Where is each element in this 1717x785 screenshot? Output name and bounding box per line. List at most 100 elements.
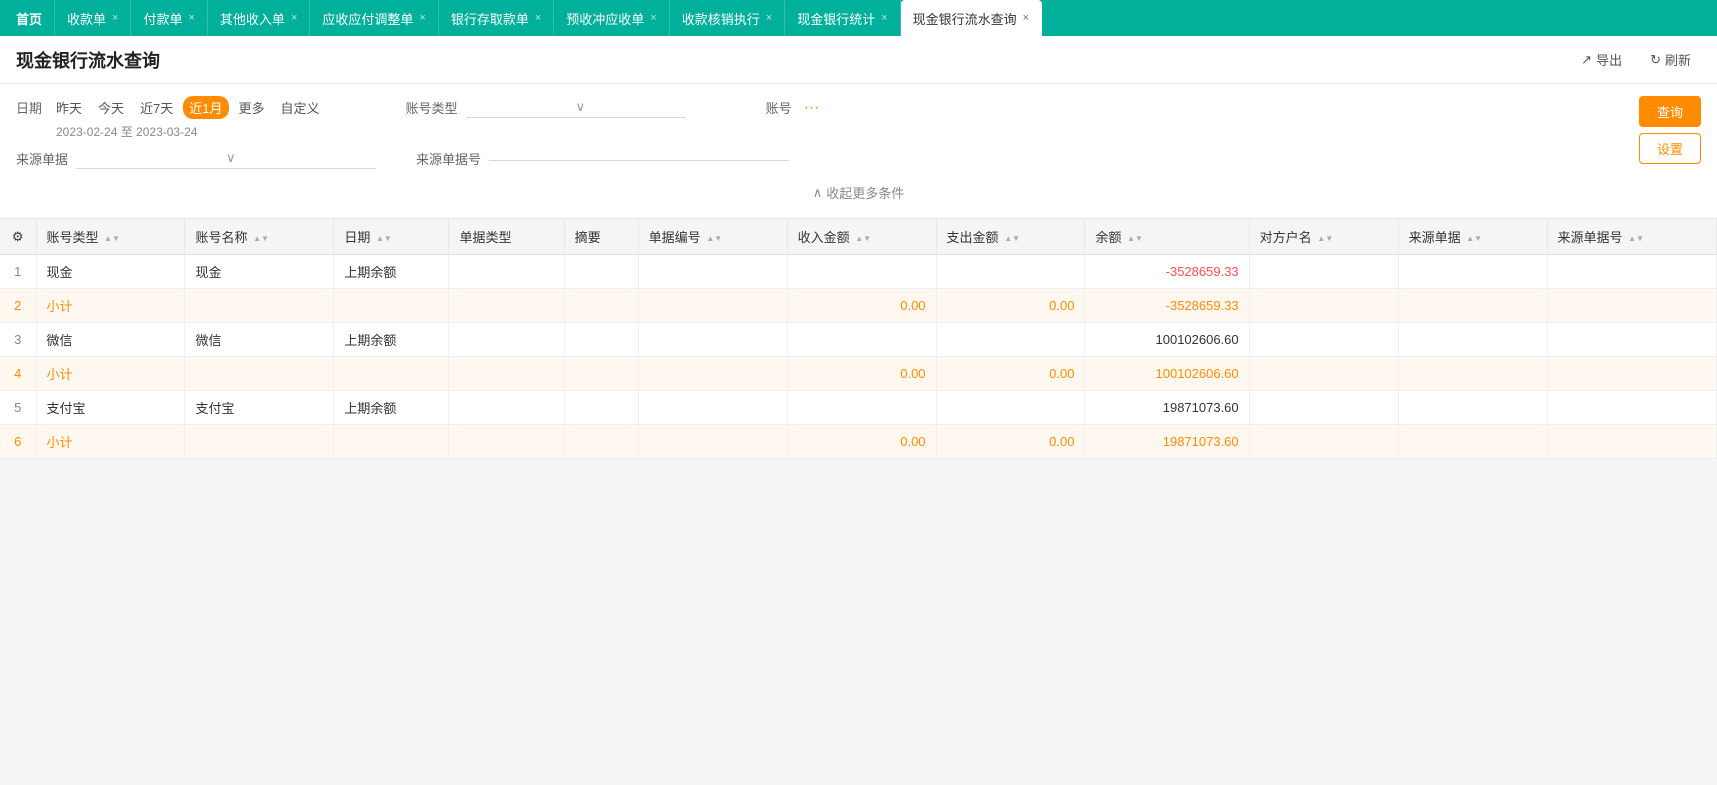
filter-group-source-doc-no: 来源单据号 — [416, 149, 789, 168]
table-row[interactable]: 2小计0.000.00-3528659.33 — [0, 289, 1717, 323]
export-button[interactable]: ↗ 导出 — [1571, 46, 1632, 73]
filter-group-account: 账号 ··· — [766, 98, 824, 117]
date-btn-yesterday[interactable]: 昨天 — [50, 96, 88, 119]
right-buttons: 查询 设置 — [1639, 96, 1701, 164]
col-doc-no[interactable]: 单据编号 ▲▼ — [638, 219, 787, 255]
source-doc-select[interactable]: ∨ — [76, 148, 376, 169]
export-icon: ↗ — [1581, 52, 1592, 68]
cell-balance: 100102606.60 — [1085, 357, 1249, 391]
collapse-icon: ∧ — [813, 185, 823, 201]
table-row[interactable]: 4小计0.000.00100102606.60 — [0, 357, 1717, 391]
date-label: 日期 — [16, 98, 42, 117]
close-icon[interactable]: × — [881, 12, 887, 24]
table-row[interactable]: 3微信微信上期余额100102606.60 — [0, 323, 1717, 357]
source-doc-no-input[interactable] — [489, 156, 789, 161]
cell-account-name — [185, 425, 334, 459]
date-btn-more[interactable]: 更多 — [233, 96, 271, 119]
close-icon[interactable]: × — [112, 12, 118, 24]
cell-date — [334, 425, 449, 459]
cell-expense — [936, 391, 1085, 425]
nav-tab-home[interactable]: 首页 — [4, 0, 55, 36]
nav-tab-cash-bank-stat[interactable]: 现金银行统计 × — [785, 0, 900, 36]
table-row[interactable]: 1现金现金上期余额-3528659.33 — [0, 255, 1717, 289]
dots-icon[interactable]: ··· — [800, 99, 824, 117]
col-source-doc-no[interactable]: 来源单据号 ▲▼ — [1547, 219, 1716, 255]
col-settings[interactable]: ⚙ — [0, 219, 36, 255]
cell-account-name: 微信 — [185, 323, 334, 357]
nav-tab-other-income[interactable]: 其他收入单 × — [208, 0, 310, 36]
col-expense[interactable]: 支出金额 ▲▼ — [936, 219, 1085, 255]
table-row[interactable]: 5支付宝支付宝上期余额19871073.60 — [0, 391, 1717, 425]
cell-summary — [564, 289, 638, 323]
date-btn-custom[interactable]: 自定义 — [275, 96, 326, 119]
close-icon[interactable]: × — [188, 12, 194, 24]
cell-doc-no — [638, 391, 787, 425]
cell-doc-no — [638, 425, 787, 459]
nav-tab-payment[interactable]: 付款单 × — [131, 0, 207, 36]
col-income[interactable]: 收入金额 ▲▼ — [787, 219, 936, 255]
sort-icon: ▲▼ — [706, 234, 722, 243]
cell-source-doc-no — [1547, 391, 1716, 425]
nav-tab-receipt[interactable]: 收款单 × — [55, 0, 131, 36]
cell-summary — [564, 425, 638, 459]
close-icon[interactable]: × — [291, 12, 297, 24]
cell-expense: 0.00 — [936, 289, 1085, 323]
col-date[interactable]: 日期 ▲▼ — [334, 219, 449, 255]
close-icon[interactable]: × — [535, 12, 541, 24]
cell-date — [334, 289, 449, 323]
date-range-text: 2023-02-24 至 2023-03-24 — [56, 125, 197, 139]
filter-area: 日期 昨天 今天 近7天 近1月 更多 自定义 账号类型 ∨ — [0, 84, 1717, 219]
nav-tab-ar-ap-adjust[interactable]: 应收应付调整单 × — [310, 0, 438, 36]
col-account-type[interactable]: 账号类型 ▲▼ — [36, 219, 185, 255]
account-type-select[interactable]: ∨ — [466, 97, 686, 118]
filter-group-date: 日期 昨天 今天 近7天 近1月 更多 自定义 — [16, 96, 326, 119]
refresh-button[interactable]: ↻ 刷新 — [1640, 46, 1701, 73]
top-nav: 首页 收款单 × 付款单 × 其他收入单 × 应收应付调整单 × 银行存取款单 … — [0, 0, 1717, 36]
cell-account-name: 现金 — [185, 255, 334, 289]
sort-icon: ▲▼ — [1317, 234, 1333, 243]
sort-icon: ▲▼ — [855, 234, 871, 243]
cell-income: 0.00 — [787, 425, 936, 459]
cell-account-type: 微信 — [36, 323, 185, 357]
page-title: 现金银行流水查询 — [16, 47, 160, 73]
cell-date: 上期余额 — [334, 255, 449, 289]
cell-account-name — [185, 357, 334, 391]
cell-balance: 19871073.60 — [1085, 425, 1249, 459]
close-icon[interactable]: × — [419, 12, 425, 24]
filter-group-account-type: 账号类型 ∨ — [406, 97, 686, 118]
cell-source-doc — [1398, 425, 1547, 459]
close-icon[interactable]: × — [1023, 12, 1029, 24]
sort-icon: ▲▼ — [104, 234, 120, 243]
nav-tab-bank-deposit[interactable]: 银行存取款单 × — [439, 0, 554, 36]
cell-account-name: 支付宝 — [185, 391, 334, 425]
date-btn-7days[interactable]: 近7天 — [134, 96, 179, 119]
nav-tab-collect-verify[interactable]: 收款核销执行 × — [670, 0, 785, 36]
cell-date: 上期余额 — [334, 391, 449, 425]
collapse-bar[interactable]: ∧ 收起更多条件 — [16, 179, 1701, 206]
settings-button[interactable]: 设置 — [1639, 133, 1701, 164]
cell-expense: 0.00 — [936, 357, 1085, 391]
gear-icon: ⚙ — [12, 229, 24, 244]
cell-expense — [936, 255, 1085, 289]
page-header: 现金银行流水查询 ↗ 导出 ↻ 刷新 — [0, 36, 1717, 84]
nav-tab-pre-collect[interactable]: 预收冲应收单 × — [554, 0, 669, 36]
row-number: 5 — [0, 391, 36, 425]
close-icon[interactable]: × — [766, 12, 772, 24]
col-counterpart[interactable]: 对方户名 ▲▼ — [1249, 219, 1398, 255]
query-button[interactable]: 查询 — [1639, 96, 1701, 127]
date-btn-1month[interactable]: 近1月 — [183, 96, 228, 119]
cell-account-type: 支付宝 — [36, 391, 185, 425]
table-row[interactable]: 6小计0.000.0019871073.60 — [0, 425, 1717, 459]
nav-tab-cash-bank-flow[interactable]: 现金银行流水查询 × — [901, 0, 1042, 36]
cell-source-doc-no — [1547, 425, 1716, 459]
cell-balance: 19871073.60 — [1085, 391, 1249, 425]
col-source-doc[interactable]: 来源单据 ▲▼ — [1398, 219, 1547, 255]
cell-doc-type — [449, 357, 564, 391]
date-btn-today[interactable]: 今天 — [92, 96, 130, 119]
close-icon[interactable]: × — [650, 12, 656, 24]
col-balance[interactable]: 余额 ▲▼ — [1085, 219, 1249, 255]
cell-doc-no — [638, 289, 787, 323]
chevron-down-icon: ∨ — [576, 99, 682, 115]
account-label: 账号 — [766, 98, 792, 117]
col-account-name[interactable]: 账号名称 ▲▼ — [185, 219, 334, 255]
